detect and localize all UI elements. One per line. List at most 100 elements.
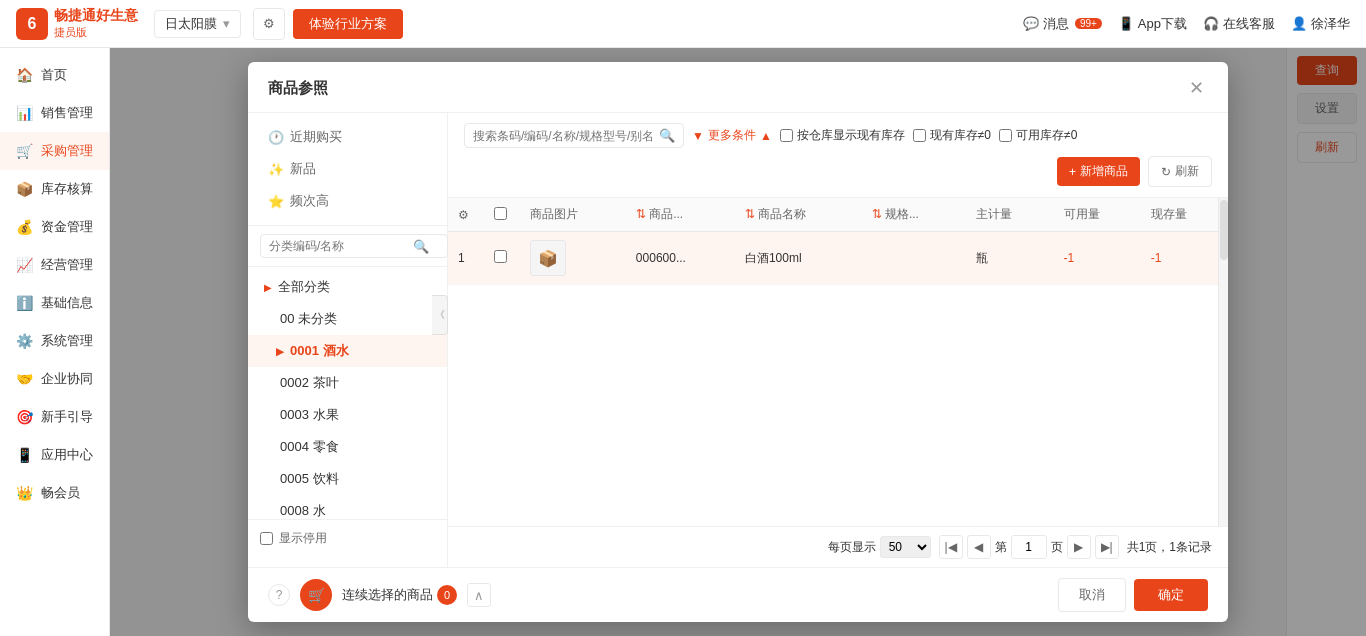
select-all-checkbox[interactable] (494, 207, 507, 220)
frequent-btn[interactable]: ⭐ 频次高 (260, 187, 435, 215)
category-uncategorized[interactable]: 00 未分类 (248, 303, 447, 335)
page-prefix-label: 第 (995, 539, 1007, 556)
table-row[interactable]: 1 📦 000600... (448, 232, 1228, 285)
available-neq0-filter-label[interactable]: 现有库存≠0 (913, 127, 991, 144)
table-refresh-button[interactable]: ↻ 刷新 (1148, 156, 1212, 187)
sidebar-item-operations[interactable]: 📈 经营管理 (0, 246, 109, 284)
cat-tea-label: 0002 茶叶 (280, 374, 339, 392)
usable-neq0-text: 可用库存≠0 (1016, 127, 1077, 144)
app-download-button[interactable]: 📱 App下载 (1118, 15, 1187, 33)
sidebar-item-sales[interactable]: 📊 销售管理 (0, 94, 109, 132)
usable-neq0-checkbox[interactable] (999, 129, 1012, 142)
next-page-button[interactable]: ▶ (1067, 535, 1091, 559)
category-fruit[interactable]: 0003 水果 (248, 399, 447, 431)
column-settings-icon[interactable]: ⚙ (458, 208, 469, 222)
available-neq0-checkbox[interactable] (913, 129, 926, 142)
sidebar-item-member[interactable]: 👑 畅会员 (0, 474, 109, 512)
modal-footer: ? 🛒 连续选择的商品 0 ∧ 取消 确定 (248, 567, 1228, 622)
cat-liquor-label: 0001 酒水 (290, 342, 349, 360)
product-search-input[interactable] (473, 129, 655, 143)
search-submit-icon[interactable]: 🔍 (659, 128, 675, 143)
nav-right: 💬 消息 99+ 📱 App下载 🎧 在线客服 👤 徐泽华 (1023, 15, 1350, 33)
category-beverages[interactable]: 0005 饮料 (248, 463, 447, 495)
cancel-button[interactable]: 取消 (1058, 578, 1126, 612)
footer-collapse-button[interactable]: ∧ (467, 583, 491, 607)
new-product-btn[interactable]: ✨ 新品 (260, 155, 435, 183)
recent-purchase-btn[interactable]: 🕐 近期购买 (260, 123, 435, 151)
basic-info-icon: ℹ️ (16, 295, 33, 311)
sidebar-item-purchase[interactable]: 🛒 采购管理 (0, 132, 109, 170)
per-page-select[interactable]: 50 100 200 (880, 536, 931, 558)
sidebar-item-basic-info[interactable]: ℹ️ 基础信息 (0, 284, 109, 322)
th-product-name[interactable]: ⇅ 商品名称 (735, 198, 862, 232)
online-service-button[interactable]: 🎧 在线客服 (1203, 15, 1275, 33)
cart-icon-button[interactable]: 🛒 (300, 579, 332, 611)
category-all[interactable]: ▶ 全部分类 (248, 271, 447, 303)
th-unit: 主计量 (966, 198, 1053, 232)
show-disabled-label[interactable]: 显示停用 (260, 530, 435, 547)
per-page-label: 每页显示 (828, 539, 876, 556)
pagination: 每页显示 50 100 200 |◀ ◀ 第 (448, 526, 1228, 567)
nav-selector[interactable]: 日太阳膜 ▾ (154, 10, 241, 38)
table-scrollbar[interactable] (1218, 198, 1228, 526)
confirm-button[interactable]: 确定 (1134, 579, 1208, 611)
modal-body: 🕐 近期购买 ✨ 新品 ⭐ 频次高 (248, 113, 1228, 567)
sidebar-item-basic-info-label: 基础信息 (41, 294, 93, 312)
notifications-label: 消息 (1043, 15, 1069, 33)
sidebar-item-inventory-label: 库存核算 (41, 180, 93, 198)
sidebar-item-sales-label: 销售管理 (41, 104, 93, 122)
category-snacks[interactable]: 0004 零食 (248, 431, 447, 463)
trial-button[interactable]: 体验行业方案 (293, 9, 403, 39)
category-search-icon[interactable]: 🔍 (413, 239, 429, 254)
sidebar-item-inventory[interactable]: 📦 库存核算 (0, 170, 109, 208)
sidebar-item-purchase-label: 采购管理 (41, 142, 93, 160)
category-water[interactable]: 0008 水 (248, 495, 447, 519)
continuous-select-info: 连续选择的商品 0 (342, 585, 457, 605)
more-filters-button[interactable]: ▼ 更多条件 ▲ (692, 127, 772, 144)
th-stock: 现存量 (1141, 198, 1228, 232)
gear-button[interactable]: ⚙ (253, 8, 285, 40)
total-info: 共1页，1条记录 (1127, 539, 1212, 556)
add-product-button[interactable]: + 新增商品 (1057, 157, 1140, 186)
th-product-code[interactable]: ⇅ 商品... (626, 198, 735, 232)
last-page-button[interactable]: ▶| (1095, 535, 1119, 559)
modal-close-button[interactable]: ✕ (1184, 76, 1208, 100)
product-table-container: ⚙ 商品图片 (448, 198, 1228, 526)
sidebar-item-apps[interactable]: 📱 应用中心 (0, 436, 109, 474)
sidebar-item-finance[interactable]: 💰 资金管理 (0, 208, 109, 246)
row-checkbox[interactable] (494, 250, 507, 263)
sidebar-item-home[interactable]: 🏠 首页 (0, 56, 109, 94)
show-disabled-checkbox[interactable] (260, 532, 273, 545)
operations-icon: 📈 (16, 257, 33, 273)
warehouse-filter-checkbox[interactable] (780, 129, 793, 142)
active-arrow-icon: ▶ (276, 346, 284, 357)
username-label: 徐泽华 (1311, 15, 1350, 33)
footer-right: 取消 确定 (1058, 578, 1208, 612)
first-page-button[interactable]: |◀ (939, 535, 963, 559)
add-icon: + (1069, 165, 1076, 179)
warehouse-filter-label[interactable]: 按仓库显示现有库存 (780, 127, 905, 144)
category-footer: 显示停用 (248, 519, 447, 557)
user-avatar-icon: 👤 (1291, 16, 1307, 31)
prev-page-button[interactable]: ◀ (967, 535, 991, 559)
sidebar-item-enterprise[interactable]: 🤝 企业协同 (0, 360, 109, 398)
cell-available: -1 (1054, 232, 1141, 285)
user-menu[interactable]: 👤 徐泽华 (1291, 15, 1350, 33)
help-icon-button[interactable]: ? (268, 584, 290, 606)
filter-up-icon: ▲ (760, 129, 772, 143)
cat-uncategorized-label: 00 未分类 (280, 310, 337, 328)
product-table: ⚙ 商品图片 (448, 198, 1228, 285)
sidebar-item-system[interactable]: ⚙️ 系统管理 (0, 322, 109, 360)
sidebar-item-apps-label: 应用中心 (41, 446, 93, 464)
usable-neq0-filter-label[interactable]: 可用库存≠0 (999, 127, 1077, 144)
category-tea[interactable]: 0002 茶叶 (248, 367, 447, 399)
sidebar-item-guide[interactable]: 🎯 新手引导 (0, 398, 109, 436)
category-liquor[interactable]: ▶ 0001 酒水 (248, 335, 447, 367)
cell-image: 📦 (520, 232, 626, 285)
th-spec[interactable]: ⇅ 规格... (862, 198, 967, 232)
add-product-label: 新增商品 (1080, 163, 1128, 180)
collapse-panel-button[interactable]: 《 (432, 295, 448, 335)
page-number-input[interactable] (1011, 535, 1047, 559)
notifications-button[interactable]: 💬 消息 99+ (1023, 15, 1102, 33)
cell-checkbox[interactable] (484, 232, 520, 285)
